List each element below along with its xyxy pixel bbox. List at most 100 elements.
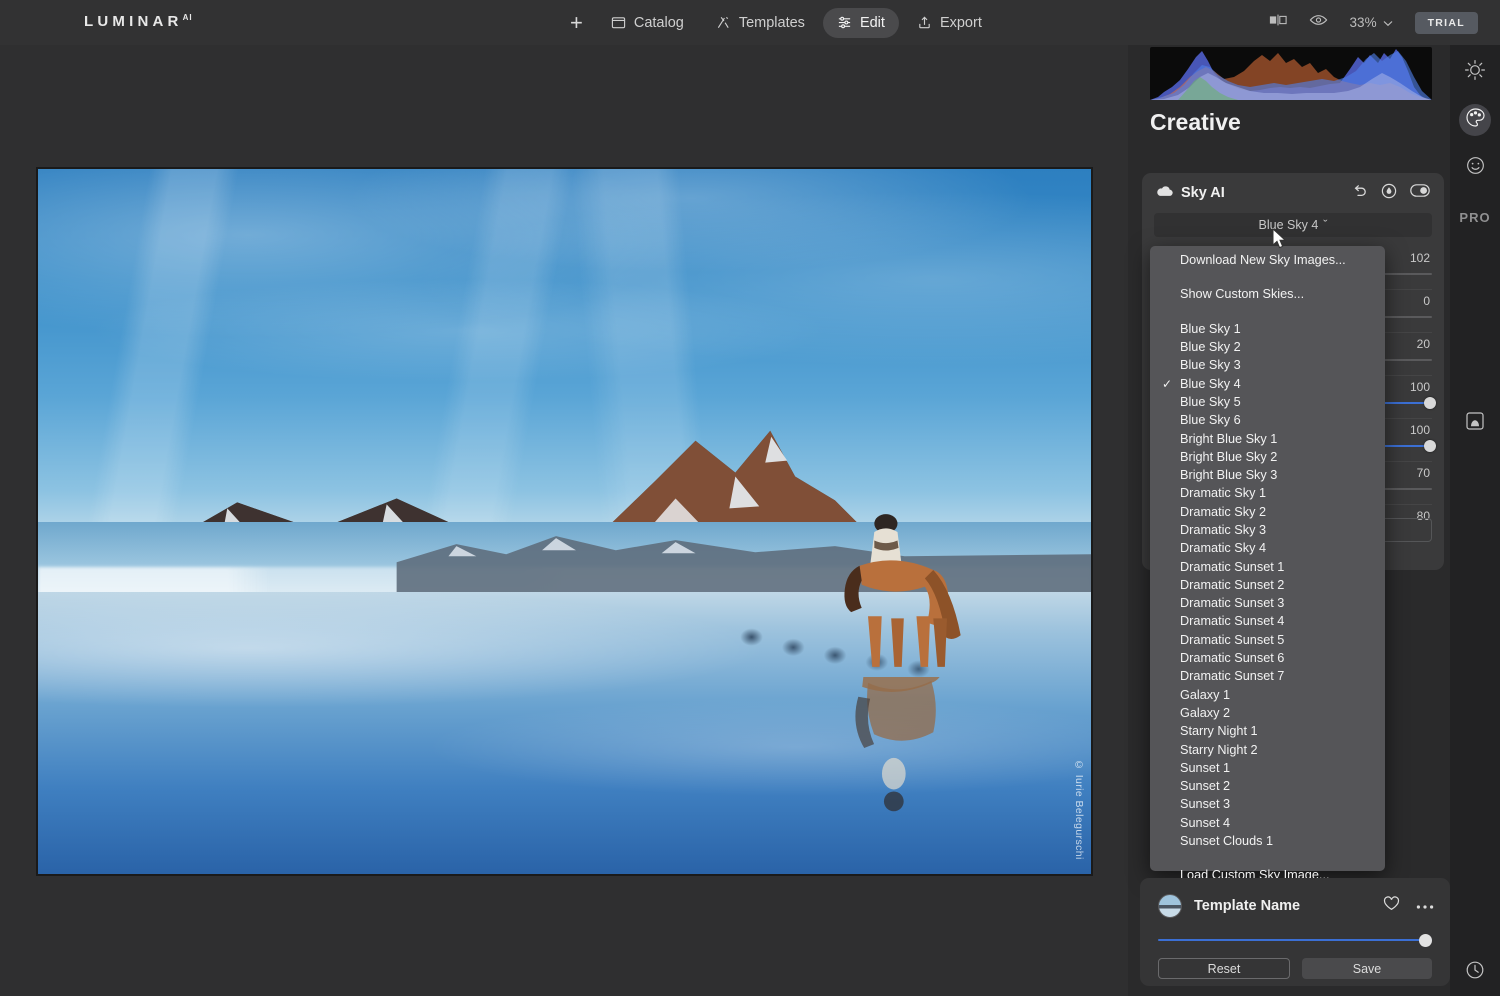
sky-menu-item[interactable]: Dramatic Sunset 6 (1150, 649, 1385, 667)
photo-preview[interactable]: © Iurie Belegurschi (36, 167, 1093, 876)
sky-menu-item[interactable]: Sunset 3 (1150, 795, 1385, 813)
sky-menu-item-label: Sunset 1 (1180, 761, 1230, 775)
undo-icon[interactable] (1352, 184, 1368, 203)
zoom-level-value: 33% (1350, 15, 1377, 30)
app-logo-superscript: AI (183, 13, 193, 22)
sky-menu-item-label: Dramatic Sunset 3 (1180, 596, 1284, 610)
sky-menu-item-label: Dramatic Sky 2 (1180, 505, 1266, 519)
rail-item-essentials[interactable] (1459, 56, 1491, 88)
photo-watermark: © Iurie Belegurschi (1073, 759, 1085, 860)
sky-menu-item[interactable]: Galaxy 2 (1150, 704, 1385, 722)
sky-menu-item-label: Show Custom Skies... (1180, 287, 1304, 301)
rail-item-portrait[interactable] (1459, 152, 1491, 184)
sky-menu-item-label: Dramatic Sunset 6 (1180, 651, 1284, 665)
sky-menu-item[interactable]: Sunset 4 (1150, 814, 1385, 832)
slider-knob[interactable] (1424, 397, 1436, 409)
sky-menu-item[interactable]: Blue Sky 3 (1150, 356, 1385, 374)
sky-ai-title: Sky AI (1181, 185, 1225, 201)
sky-menu-item[interactable]: Starry Night 1 (1150, 722, 1385, 740)
sky-menu-item[interactable]: Dramatic Sky 4 (1150, 539, 1385, 557)
sky-selection-dropdown[interactable]: Blue Sky 4 ˇ (1154, 213, 1432, 237)
sky-menu-item[interactable]: Dramatic Sunset 4 (1150, 612, 1385, 630)
sky-menu-item[interactable]: Sunset 2 (1150, 777, 1385, 795)
edit-sliders-icon (837, 15, 852, 30)
sky-ai-header-actions (1352, 183, 1430, 204)
chevron-down-icon: ˇ (1323, 218, 1327, 232)
add-button[interactable]: + (560, 8, 593, 38)
sky-menu-item[interactable]: Galaxy 1 (1150, 686, 1385, 704)
reset-button[interactable]: Reset (1158, 958, 1290, 979)
sky-menu-item-label: Dramatic Sky 1 (1180, 486, 1266, 500)
heart-icon[interactable] (1383, 896, 1400, 916)
tool-rail: PRO (1450, 45, 1500, 996)
template-header: Template Name (1158, 894, 1434, 918)
sky-menu-item[interactable]: Starry Night 2 (1150, 740, 1385, 758)
compare-split-icon[interactable] (1269, 12, 1287, 33)
sky-menu-item[interactable]: Bright Blue Sky 1 (1150, 429, 1385, 447)
slider-value: 100 (1410, 380, 1430, 394)
template-thumbnail[interactable] (1158, 894, 1182, 918)
nav-tab-catalog[interactable]: Catalog (597, 8, 698, 38)
mouse-cursor (1272, 228, 1288, 250)
sky-menu-item-label: Dramatic Sunset 1 (1180, 560, 1284, 574)
slider-value: 20 (1417, 337, 1430, 351)
sky-menu-item[interactable]: Blue Sky 2 (1150, 338, 1385, 356)
sky-menu-item[interactable]: Dramatic Sunset 5 (1150, 631, 1385, 649)
slider-knob[interactable] (1424, 440, 1436, 452)
sky-menu-item-label: Blue Sky 3 (1180, 358, 1241, 372)
sky-menu-item[interactable]: Dramatic Sky 1 (1150, 484, 1385, 502)
sky-menu-item[interactable]: ✓Blue Sky 4 (1150, 374, 1385, 392)
face-portrait-icon (1465, 155, 1486, 181)
sky-menu-item[interactable]: Bright Blue Sky 2 (1150, 448, 1385, 466)
sky-menu-item-label: Bright Blue Sky 2 (1180, 450, 1277, 464)
sky-menu-item-label: Dramatic Sunset 7 (1180, 669, 1284, 683)
nav-tab-templates[interactable]: Templates (702, 8, 819, 38)
sky-menu-item[interactable]: Dramatic Sunset 7 (1150, 667, 1385, 685)
save-button[interactable]: Save (1302, 958, 1432, 979)
rail-section-pro: PRO (1450, 210, 1500, 225)
sky-menu-item[interactable]: Bright Blue Sky 3 (1150, 466, 1385, 484)
sky-menu-item-label: Dramatic Sky 4 (1180, 541, 1266, 555)
sky-menu-item-label: Dramatic Sunset 2 (1180, 578, 1284, 592)
ellipsis-icon[interactable] (1416, 897, 1434, 915)
rail-item-history[interactable] (1459, 956, 1491, 988)
template-amount-slider[interactable] (1158, 934, 1432, 946)
sky-menu-item[interactable]: Blue Sky 1 (1150, 320, 1385, 338)
nav-tab-catalog-label: Catalog (634, 15, 684, 31)
sky-menu-item[interactable]: Sunset 1 (1150, 759, 1385, 777)
sky-menu-item[interactable]: Download New Sky Images... (1150, 251, 1385, 269)
eyedropper-icon[interactable] (1381, 183, 1397, 204)
plus-icon: + (570, 10, 583, 36)
sky-menu-item-label: Blue Sky 1 (1180, 322, 1241, 336)
sky-menu-item[interactable]: Dramatic Sunset 2 (1150, 576, 1385, 594)
sky-menu-item[interactable]: Dramatic Sunset 3 (1150, 594, 1385, 612)
nav-tab-edit[interactable]: Edit (823, 8, 899, 38)
nav-tab-templates-label: Templates (739, 15, 805, 31)
nav-tab-export[interactable]: Export (903, 8, 996, 38)
sky-menu-item-label: Sunset 3 (1180, 797, 1230, 811)
sky-menu-item[interactable]: Show Custom Skies... (1150, 285, 1385, 303)
top-right-controls: 33% TRIAL (1269, 0, 1478, 45)
rail-item-professional[interactable] (1459, 407, 1491, 439)
eye-icon[interactable] (1309, 12, 1328, 33)
chevron-down-icon (1383, 15, 1393, 30)
trial-badge[interactable]: TRIAL (1415, 12, 1478, 34)
sky-menu-item[interactable]: Blue Sky 5 (1150, 393, 1385, 411)
canvas-area: © Iurie Belegurschi (0, 45, 1128, 996)
sky-menu-item[interactable]: Dramatic Sunset 1 (1150, 557, 1385, 575)
sky-ai-header[interactable]: Sky AI (1142, 173, 1444, 213)
sky-menu-item-label: Bright Blue Sky 3 (1180, 468, 1277, 482)
sun-essentials-icon (1464, 59, 1486, 86)
app-logo: LUMINARAI (84, 13, 193, 30)
rail-item-creative[interactable] (1459, 104, 1491, 136)
zoom-level-control[interactable]: 33% (1350, 15, 1393, 30)
sky-menu-item[interactable]: Dramatic Sky 3 (1150, 521, 1385, 539)
sky-dropdown-menu[interactable]: Download New Sky Images... Show Custom Sk… (1150, 246, 1385, 871)
template-slider-knob[interactable] (1419, 934, 1432, 947)
sky-menu-item-label: Blue Sky 6 (1180, 413, 1241, 427)
toggle-on-icon[interactable] (1410, 184, 1430, 202)
sky-menu-item[interactable]: Dramatic Sky 2 (1150, 503, 1385, 521)
photo-horse-reflection (828, 677, 975, 874)
sky-menu-item[interactable]: Sunset Clouds 1 (1150, 832, 1385, 850)
sky-menu-item[interactable]: Blue Sky 6 (1150, 411, 1385, 429)
